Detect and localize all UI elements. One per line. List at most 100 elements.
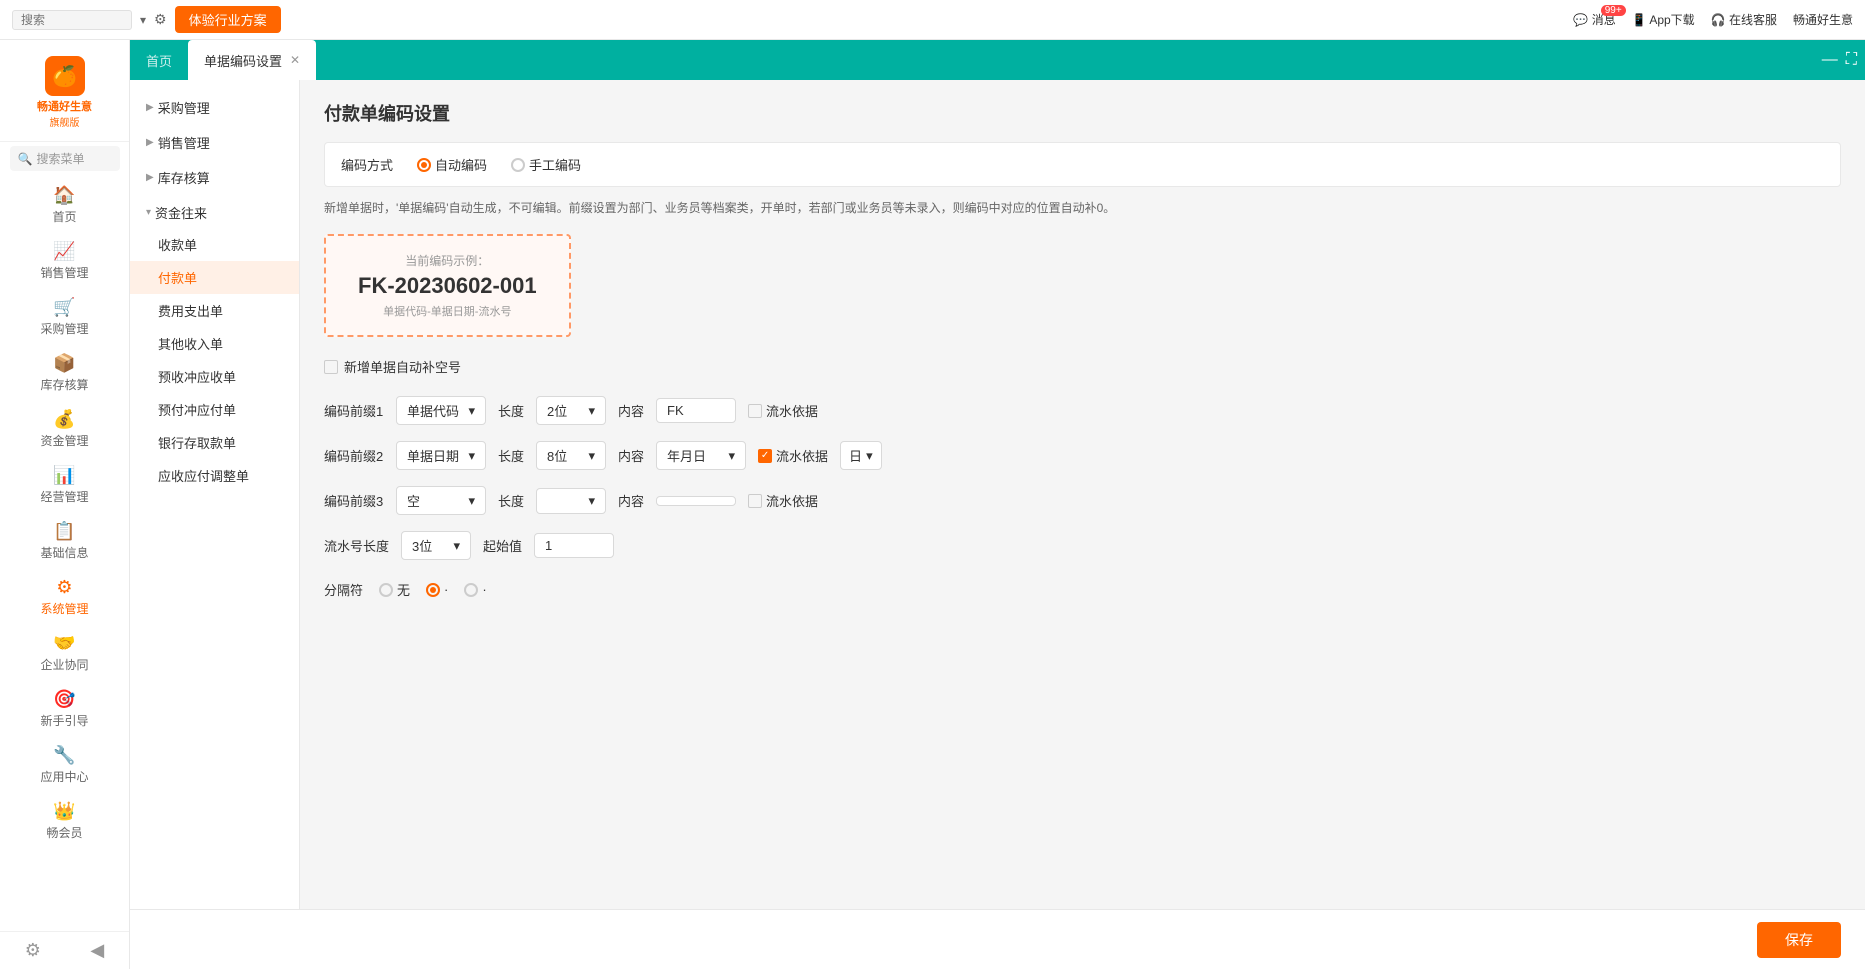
encoding-mode-label: 编码方式	[341, 155, 393, 174]
sidebar-item-inventory[interactable]: 📦 库存核算	[0, 345, 129, 401]
nav-item-prepay-payable[interactable]: 预付冲应付单	[130, 393, 299, 426]
serial-length-select[interactable]: 3位	[401, 531, 471, 560]
enterprise-icon: 🤝	[53, 633, 75, 654]
config-row-2: 编码前缀2 单据日期 长度 8位 内容 年月日	[324, 441, 1841, 470]
main-layout: 🍊 畅通好生意 旗舰版 🔍 搜索菜单 🏠 首页 📈 销售管理 🛒 采购管理 📦 …	[0, 40, 1865, 969]
serial-checkbox-2[interactable]	[758, 449, 772, 463]
tab-maximize-icon[interactable]: ⛶	[1846, 51, 1857, 69]
nav-arrow-sales: ▶	[146, 137, 154, 148]
save-button[interactable]: 保存	[1757, 922, 1841, 958]
prefix-label-2: 编码前缀2	[324, 446, 384, 465]
sep-label-dot2: ·	[482, 582, 486, 597]
auto-fill-checkbox[interactable]	[324, 360, 338, 374]
settings-icon[interactable]: ⚙	[154, 11, 167, 28]
sep-option-dot2[interactable]: ·	[464, 582, 486, 597]
top-bar-left: ▾ ⚙ 体验行业方案	[12, 6, 1565, 33]
auto-fill-row: 新增单据自动补空号	[324, 357, 1841, 376]
sidebar-item-purchase[interactable]: 🛒 采购管理	[0, 289, 129, 345]
online-service-link[interactable]: 🎧 在线客服	[1711, 11, 1777, 28]
nav-group-purchase-title[interactable]: ▶ 采购管理	[130, 92, 299, 123]
sep-option-dot[interactable]: ·	[426, 582, 448, 597]
sidebar-item-ops[interactable]: 📊 经营管理	[0, 457, 129, 513]
apps-icon: 🔧	[53, 745, 75, 766]
sidebar-collapse-icon[interactable]: ◀	[90, 940, 104, 961]
sidebar-settings-icon[interactable]: ⚙	[25, 940, 41, 961]
tab-encoding[interactable]: 单据编码设置 ✕	[188, 40, 316, 80]
sidebar-item-apps[interactable]: 🔧 应用中心	[0, 737, 129, 793]
sep-radio-dot[interactable]	[426, 583, 440, 597]
explore-btn[interactable]: 体验行业方案	[175, 6, 281, 33]
sidebar-label-enterprise: 企业协同	[40, 656, 88, 673]
tab-home[interactable]: 首页	[130, 40, 188, 80]
prefix-select-2[interactable]: 单据日期	[396, 441, 486, 470]
content-label-2: 内容	[618, 446, 644, 465]
nav-group-purchase-label: 采购管理	[158, 98, 210, 117]
sidebar-item-guide[interactable]: 🎯 新手引导	[0, 681, 129, 737]
sep-label-dot: ·	[444, 582, 448, 597]
nav-item-income[interactable]: 其他收入单	[130, 327, 299, 360]
length-select-1[interactable]: 2位	[536, 396, 606, 425]
date-unit-dropdown	[866, 448, 873, 464]
sidebar-search[interactable]: 🔍 搜索菜单	[10, 146, 120, 171]
sidebar-item-system[interactable]: ⚙ 系统管理	[0, 569, 129, 625]
message-badge: 99+	[1601, 5, 1626, 16]
nav-group-sales: ▶ 销售管理	[130, 127, 299, 158]
sep-radio-dot2[interactable]	[464, 583, 478, 597]
config-row-3: 编码前缀3 空 长度 内容 流水依据	[324, 486, 1841, 515]
nav-item-adjust[interactable]: 应收应付调整单	[130, 459, 299, 492]
prefix-label-1: 编码前缀1	[324, 401, 384, 420]
nav-group-sales-title[interactable]: ▶ 销售管理	[130, 127, 299, 158]
nav-item-expense[interactable]: 费用支出单	[130, 294, 299, 327]
nav-group-inventory-title[interactable]: ▶ 库存核算	[130, 162, 299, 193]
preview-code: FK-20230602-001	[358, 273, 537, 299]
prefix-label-3: 编码前缀3	[324, 491, 384, 510]
tab-minimize-icon[interactable]: —	[1822, 51, 1838, 69]
manual-code-option[interactable]: 手工编码	[511, 155, 581, 174]
nav-item-bank[interactable]: 银行存取款单	[130, 426, 299, 459]
nav-item-prepay-receivable[interactable]: 预收冲应收单	[130, 360, 299, 393]
nav-group-fund-title[interactable]: ▾ 资金往来	[130, 197, 299, 228]
prefix-select-1[interactable]: 单据代码	[396, 396, 486, 425]
serial-check-1[interactable]: 流水依据	[748, 401, 818, 420]
sidebar-item-sales[interactable]: 📈 销售管理	[0, 233, 129, 289]
length-label-1: 长度	[498, 401, 524, 420]
length-select-2[interactable]: 8位	[536, 441, 606, 470]
length-select-3[interactable]	[536, 488, 606, 514]
prefix-dropdown-3	[468, 493, 475, 509]
nav-group-fund: ▾ 资金往来 收款单 付款单 费用支出单 其他收入单 预收冲应收单 预付冲应付单…	[130, 197, 299, 492]
sidebar-label-finance: 资金管理	[40, 432, 88, 449]
sidebar-item-member[interactable]: 👑 畅会员	[0, 793, 129, 849]
date-unit-select[interactable]: 日	[840, 441, 882, 470]
app-download-link[interactable]: 📱 App下载	[1632, 11, 1695, 28]
serial-checkbox-3[interactable]	[748, 494, 762, 508]
prefix-select-3[interactable]: 空	[396, 486, 486, 515]
auto-code-radio[interactable]	[417, 158, 431, 172]
serial-check-2[interactable]: 流水依据	[758, 446, 828, 465]
page-content: 付款单编码设置 编码方式 自动编码 手工编码 新增单据时，'单据编码'自动生成，…	[300, 80, 1865, 909]
tab-close-icon[interactable]: ✕	[290, 53, 300, 67]
sidebar-item-finance[interactable]: 💰 资金管理	[0, 401, 129, 457]
sidebar-item-enterprise[interactable]: 🤝 企业协同	[0, 625, 129, 681]
ops-icon: 📊	[53, 465, 75, 486]
search-input[interactable]	[12, 10, 132, 30]
manual-code-radio[interactable]	[511, 158, 525, 172]
nav-item-receipt[interactable]: 收款单	[130, 228, 299, 261]
content-value-2: 年月日	[667, 446, 706, 465]
auto-code-option[interactable]: 自动编码	[417, 155, 487, 174]
serial-check-3[interactable]: 流水依据	[748, 491, 818, 510]
sidebar-label-ops: 经营管理	[40, 488, 88, 505]
serial-checkbox-1[interactable]	[748, 404, 762, 418]
sidebar-item-home[interactable]: 🏠 首页	[0, 177, 129, 233]
nav-group-inventory-label: 库存核算	[158, 168, 210, 187]
message-icon-wrap[interactable]: 💬 消息 99+	[1573, 11, 1615, 28]
sep-option-none[interactable]: 无	[379, 580, 410, 599]
nav-group-purchase: ▶ 采购管理	[130, 92, 299, 123]
start-value-input[interactable]: 1	[534, 533, 614, 558]
nav-item-payment[interactable]: 付款单	[130, 261, 299, 294]
manual-code-label: 手工编码	[529, 155, 581, 174]
serial-label-2: 流水依据	[776, 446, 828, 465]
sep-radio-none[interactable]	[379, 583, 393, 597]
content-select-2[interactable]: 年月日	[656, 441, 746, 470]
sidebar-item-base[interactable]: 📋 基础信息	[0, 513, 129, 569]
dropdown-arrow-icon[interactable]: ▾	[140, 13, 146, 27]
